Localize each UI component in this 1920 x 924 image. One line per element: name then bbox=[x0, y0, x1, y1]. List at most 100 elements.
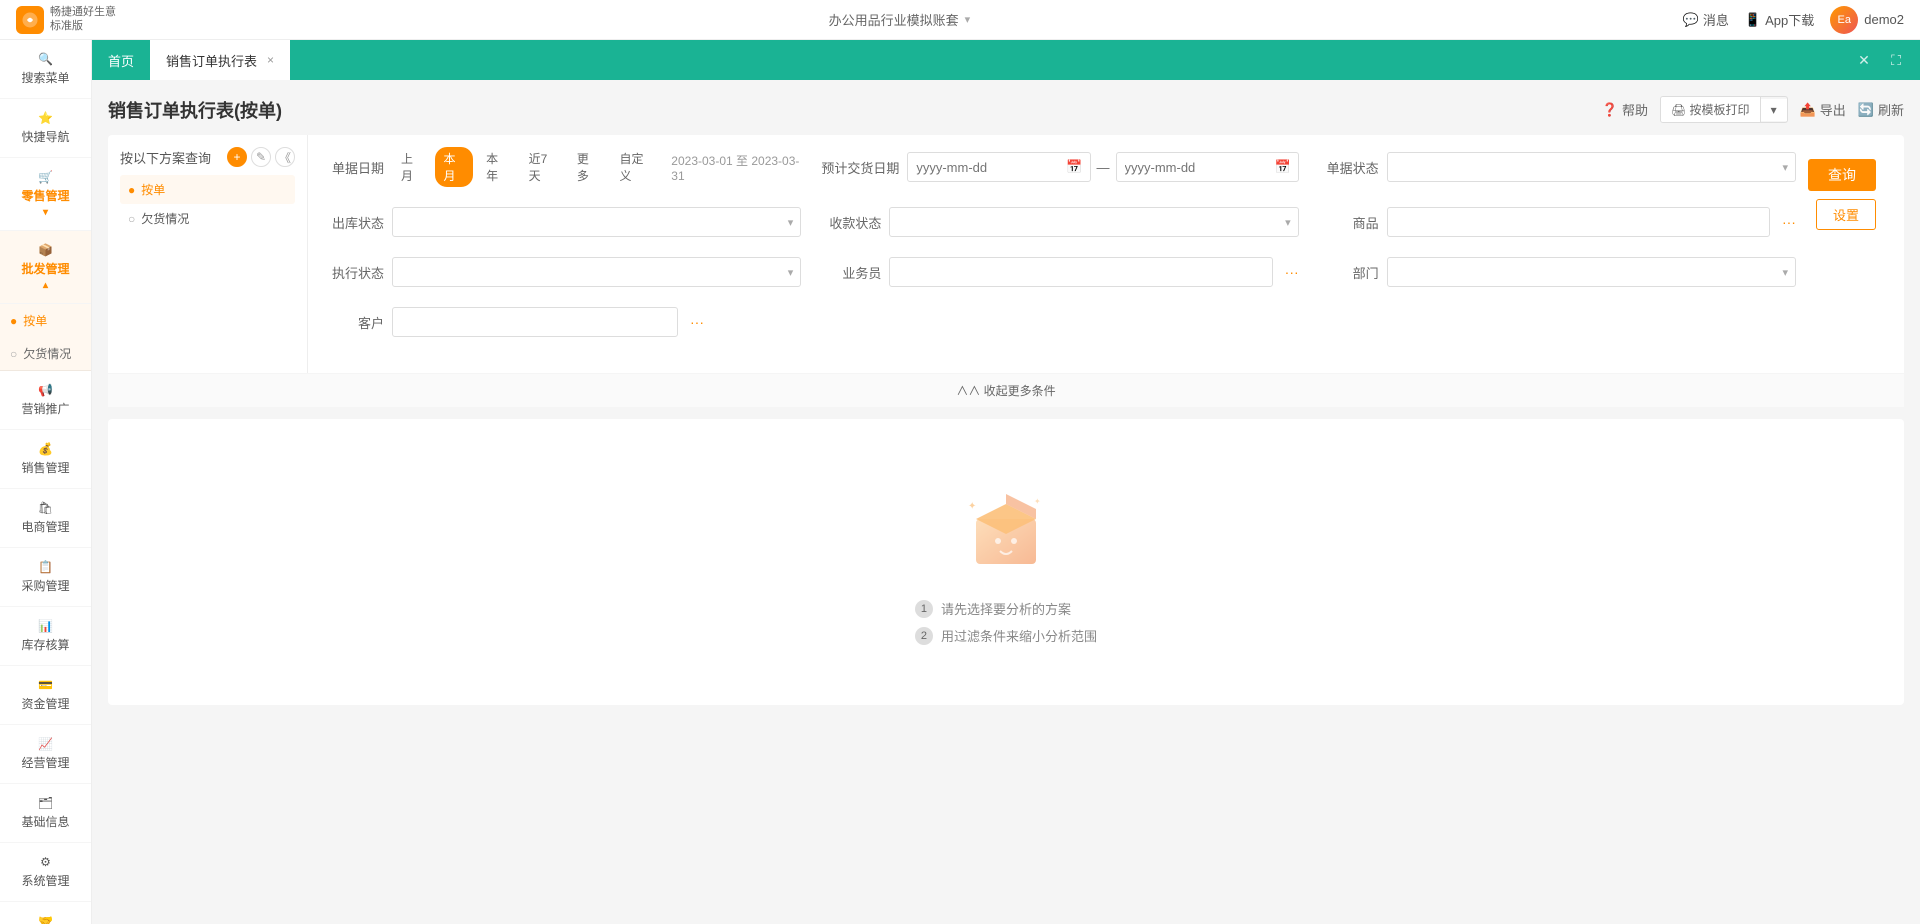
tab-home[interactable]: 首页 bbox=[92, 40, 150, 80]
page-header: 销售订单执行表(按单) ❓ 帮助 🖨 按模板打印 ▾ 📤 bbox=[108, 96, 1904, 123]
header-left: 畅捷通好生意 标准版 bbox=[16, 6, 116, 34]
sidebar-item-inventory[interactable]: 📊 库存核算 bbox=[0, 607, 91, 666]
goods-input[interactable] bbox=[1387, 207, 1770, 237]
salesman-input[interactable] bbox=[889, 257, 1272, 287]
exec-status-select[interactable] bbox=[392, 257, 801, 287]
pay-status-field: 收款状态 bbox=[821, 207, 1298, 237]
quick-nav-item[interactable]: ⭐ 快捷导航 bbox=[0, 99, 91, 158]
sidebar-item-marketing[interactable]: 📢 营销推广 bbox=[0, 371, 91, 430]
collapse-row[interactable]: ∧∧ 收起更多条件 bbox=[108, 373, 1904, 407]
add-scheme-btn[interactable]: + bbox=[227, 147, 247, 167]
tab-close-all-btn[interactable]: ✕ bbox=[1852, 48, 1876, 72]
search-menu-item[interactable]: 🔍 搜索菜单 bbox=[0, 40, 91, 99]
sidebar-item-sales[interactable]: 💰 销售管理 bbox=[0, 430, 91, 489]
status-label: 单据状态 bbox=[1319, 158, 1379, 177]
collab-icon: 🤝 bbox=[38, 914, 53, 924]
sidebar-item-basic[interactable]: 🗂 基础信息 bbox=[0, 784, 91, 843]
scheme-item-order[interactable]: ● 按单 bbox=[120, 175, 295, 204]
out-status-select[interactable] bbox=[392, 207, 801, 237]
scheme-item-backorder[interactable]: ○ 欠货情况 bbox=[120, 204, 295, 233]
settings-btn[interactable]: 设置 bbox=[1816, 199, 1876, 230]
search-left-header: 按以下方案查询 + ✎ 《 bbox=[120, 147, 295, 167]
pill-last-month[interactable]: 上月 bbox=[392, 147, 431, 187]
tab-fullscreen-btn[interactable]: ⛶ bbox=[1884, 48, 1908, 72]
industry-label[interactable]: 办公用品行业模拟账套 ▾ bbox=[829, 10, 971, 29]
collapse-icon: ∧∧ bbox=[956, 384, 980, 398]
collapse-scheme-btn[interactable]: 《 bbox=[275, 147, 295, 167]
out-status-label: 出库状态 bbox=[324, 213, 384, 232]
sidebar-item-wholesale[interactable]: 📦 批发管理 ▴ bbox=[0, 231, 91, 304]
sidebar-sub-item-backorder[interactable]: ○ 欠货情况 bbox=[0, 337, 91, 370]
search-panel-inner: 按以下方案查询 + ✎ 《 ● 按单 ○ bbox=[108, 135, 1904, 373]
customer-field: 客户 ··· bbox=[324, 307, 704, 337]
sidebar-item-retail[interactable]: 🛒 零售管理 ▾ bbox=[0, 158, 91, 231]
exec-status-label: 执行状态 bbox=[324, 263, 384, 282]
expected-date-to-input[interactable] bbox=[1116, 152, 1299, 182]
svg-text:✦: ✦ bbox=[1034, 497, 1041, 506]
logo-text: 畅捷通好生意 标准版 bbox=[50, 6, 116, 32]
pay-status-select[interactable] bbox=[889, 207, 1298, 237]
chevron-up-icon: ▴ bbox=[43, 280, 48, 291]
circle-icon: ● bbox=[10, 314, 17, 328]
dept-select-wrap bbox=[1387, 257, 1796, 287]
svg-text:✦: ✦ bbox=[968, 501, 976, 512]
pay-status-label: 收款状态 bbox=[821, 213, 881, 232]
out-status-field: 出库状态 bbox=[324, 207, 801, 237]
refresh-icon: 🔄 bbox=[1858, 102, 1874, 118]
top-header: 畅捷通好生意 标准版 办公用品行业模拟账套 ▾ 💬 消息 📱 App下载 Ea … bbox=[0, 0, 1920, 40]
tab-bar: 首页 销售订单执行表 × ✕ ⛶ bbox=[92, 40, 1920, 80]
search-row-4: 客户 ··· bbox=[324, 307, 1796, 337]
empty-tips: 1 请先选择要分析的方案 2 用过滤条件来缩小分析范围 bbox=[915, 599, 1097, 645]
help-btn[interactable]: ❓ 帮助 bbox=[1602, 100, 1648, 119]
pill-more[interactable]: 更多 bbox=[568, 147, 607, 187]
edit-scheme-btn[interactable]: ✎ bbox=[251, 147, 271, 167]
salesman-field: 业务员 ··· bbox=[821, 257, 1298, 287]
header-right: 💬 消息 📱 App下载 Ea demo2 bbox=[1683, 6, 1904, 34]
sidebar-item-operation[interactable]: 📈 经营管理 bbox=[0, 725, 91, 784]
search-left: 按以下方案查询 + ✎ 《 ● 按单 ○ bbox=[108, 135, 308, 373]
sidebar-item-collab[interactable]: 🤝 企业协同 bbox=[0, 902, 91, 924]
app-download-btn[interactable]: 📱 App下载 bbox=[1745, 10, 1814, 29]
salesman-dots-btn[interactable]: ··· bbox=[1285, 264, 1299, 280]
expected-date-field: 预计交货日期 📅 — bbox=[821, 152, 1298, 182]
refresh-btn[interactable]: 🔄 刷新 bbox=[1858, 100, 1904, 119]
pill-this-year[interactable]: 本年 bbox=[477, 147, 516, 187]
sidebar-item-finance[interactable]: 💳 资金管理 bbox=[0, 666, 91, 725]
scheme-icon2: ○ bbox=[128, 212, 135, 226]
empty-state: ✦ ✦ 1 请先选择要分析的方案 2 用过滤条件来缩小分析范围 bbox=[108, 419, 1904, 705]
search-panel: 按以下方案查询 + ✎ 《 ● 按单 ○ bbox=[108, 135, 1904, 407]
tip-num-1: 1 bbox=[915, 600, 933, 618]
expected-date-from-input[interactable] bbox=[907, 152, 1090, 182]
export-btn[interactable]: 📤 导出 bbox=[1800, 100, 1846, 119]
pill-this-month[interactable]: 本月 bbox=[435, 147, 474, 187]
dept-select[interactable] bbox=[1387, 257, 1796, 287]
tab-close-btn[interactable]: × bbox=[267, 53, 274, 67]
customer-label: 客户 bbox=[324, 313, 384, 332]
logo-area: 畅捷通好生意 标准版 bbox=[16, 6, 116, 34]
tab-sales-order[interactable]: 销售订单执行表 × bbox=[150, 40, 290, 80]
basic-icon: 🗂 bbox=[38, 796, 53, 810]
search-row-3: 执行状态 业务员 ··· bbox=[324, 257, 1796, 287]
customer-dots-btn[interactable]: ··· bbox=[690, 314, 704, 330]
page-title: 销售订单执行表(按单) bbox=[108, 97, 282, 123]
search-row-1: 单据日期 上月 本月 本年 近7天 更多 自定义 bbox=[324, 147, 1796, 187]
query-btn[interactable]: 查询 bbox=[1808, 159, 1876, 191]
sidebar-item-purchase[interactable]: 📋 采购管理 bbox=[0, 548, 91, 607]
user-area[interactable]: Ea demo2 bbox=[1830, 6, 1904, 34]
pill-custom[interactable]: 自定义 bbox=[610, 147, 659, 187]
goods-label: 商品 bbox=[1319, 213, 1379, 232]
goods-dots-btn[interactable]: ··· bbox=[1782, 214, 1796, 230]
sidebar-sub-item-order[interactable]: ● 按单 bbox=[0, 304, 91, 337]
sidebar-item-ecommerce[interactable]: 🛍 电商管理 bbox=[0, 489, 91, 548]
sidebar-item-system[interactable]: ⚙ 系统管理 bbox=[0, 843, 91, 902]
print-dropdown-btn[interactable]: ▾ bbox=[1761, 99, 1787, 121]
exec-status-field: 执行状态 bbox=[324, 257, 801, 287]
marketing-icon: 📢 bbox=[38, 383, 53, 397]
pill-7days[interactable]: 近7天 bbox=[520, 147, 564, 187]
status-select[interactable] bbox=[1387, 152, 1796, 182]
print-btn[interactable]: 🖨 按模板打印 bbox=[1661, 97, 1761, 122]
message-btn[interactable]: 💬 消息 bbox=[1683, 10, 1729, 29]
customer-input[interactable] bbox=[392, 307, 678, 337]
avatar: Ea bbox=[1830, 6, 1858, 34]
status-field: 单据状态 bbox=[1319, 152, 1796, 182]
